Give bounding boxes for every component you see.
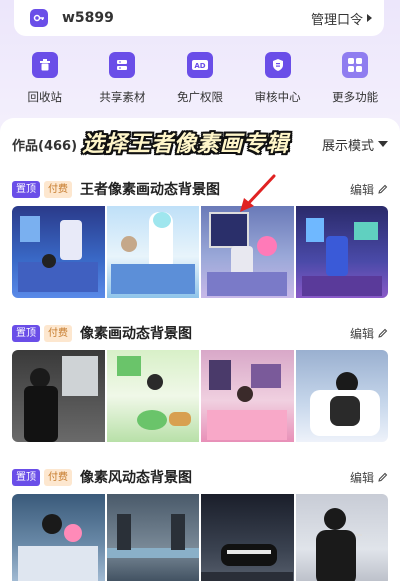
edit-label: 编辑 <box>349 470 374 485</box>
edit-button[interactable]: 编辑 <box>350 469 388 486</box>
works-count: 作品(466) <box>12 138 78 154</box>
display-mode-label: 展示模式 <box>321 138 374 154</box>
thumbnail[interactable] <box>295 206 388 298</box>
share-material-icon <box>109 52 136 78</box>
tool-label: 共享素材 <box>99 90 146 104</box>
tool-ad-free[interactable]: AD 免广权限 <box>164 52 236 108</box>
manage-key-label: 管理口令 <box>310 12 363 28</box>
album-title: 王者像素画动态背景图 <box>80 182 220 198</box>
tools-row: 回收站 共享素材 AD 免广权限 审核中心 更多功能 <box>0 52 400 108</box>
manage-key-button[interactable]: 管理口令 <box>311 9 372 28</box>
album-thumbnails <box>12 206 388 298</box>
tool-more[interactable]: 更多功能 <box>319 52 391 108</box>
review-center-icon <box>264 52 291 78</box>
album-card[interactable]: 置顶 付费 像素画动态背景图 编辑 <box>12 322 388 442</box>
album-header: 置顶 付费 王者像素画动态背景图 编辑 <box>12 178 388 200</box>
album-title: 像素画动态背景图 <box>80 326 192 342</box>
edit-button[interactable]: 编辑 <box>350 325 388 342</box>
tool-label: 审核中心 <box>254 90 301 104</box>
overlay-caption: 选择王者像素画专辑 <box>82 132 290 157</box>
key-icon <box>30 9 48 27</box>
thumbnail[interactable] <box>295 350 388 442</box>
key-name: w5899 <box>62 10 114 26</box>
pencil-icon <box>378 184 388 194</box>
works-panel: 作品(466) 展示模式 选择王者像素画专辑 置顶 付费 王者像素画动态背景图 … <box>0 118 400 581</box>
svg-text:AD: AD <box>194 62 205 70</box>
album-header: 置顶 付费 像素风动态背景图 编辑 <box>12 466 388 488</box>
thumbnail[interactable] <box>12 494 105 581</box>
album-header: 置顶 付费 像素画动态背景图 编辑 <box>12 322 388 344</box>
thumbnail[interactable] <box>201 350 294 442</box>
display-mode-dropdown[interactable]: 展示模式 <box>322 135 388 154</box>
thumbnail[interactable] <box>106 350 199 442</box>
album-card[interactable]: 置顶 付费 王者像素画动态背景图 编辑 <box>12 178 388 298</box>
trash-icon <box>31 52 58 78</box>
pinned-badge: 置顶 <box>12 468 40 486</box>
pinned-badge: 置顶 <box>12 180 40 198</box>
tool-review-center[interactable]: 审核中心 <box>242 52 314 108</box>
paid-badge: 付费 <box>44 180 72 198</box>
annotation-arrow-icon <box>240 174 276 212</box>
more-apps-icon <box>342 52 369 78</box>
pinned-badge: 置顶 <box>12 324 40 342</box>
album-title: 像素风动态背景图 <box>80 470 192 486</box>
chevron-down-icon <box>378 141 388 147</box>
pencil-icon <box>378 328 388 338</box>
thumbnail[interactable] <box>12 206 105 298</box>
paid-badge: 付费 <box>44 324 72 342</box>
ad-free-icon: AD <box>186 52 213 78</box>
tool-label: 回收站 <box>27 90 63 104</box>
thumbnail[interactable] <box>106 206 199 298</box>
edit-button[interactable]: 编辑 <box>350 181 388 198</box>
key-bar: w5899 管理口令 <box>14 0 384 36</box>
album-thumbnails <box>12 350 388 442</box>
tool-recycle-bin[interactable]: 回收站 <box>9 52 81 108</box>
chevron-right-icon <box>367 14 372 22</box>
thumbnail[interactable] <box>201 206 294 298</box>
paid-badge: 付费 <box>44 468 72 486</box>
edit-label: 编辑 <box>349 182 374 197</box>
tool-label: 更多功能 <box>332 90 379 104</box>
thumbnail[interactable] <box>201 494 294 581</box>
thumbnail[interactable] <box>106 494 199 581</box>
album-card[interactable]: 置顶 付费 像素风动态背景图 编辑 <box>12 466 388 581</box>
album-thumbnails <box>12 494 388 581</box>
edit-label: 编辑 <box>349 326 374 341</box>
thumbnail[interactable] <box>295 494 388 581</box>
pencil-icon <box>378 472 388 482</box>
thumbnail[interactable] <box>12 350 105 442</box>
tool-share-material[interactable]: 共享素材 <box>86 52 158 108</box>
tool-label: 免广权限 <box>176 90 223 104</box>
